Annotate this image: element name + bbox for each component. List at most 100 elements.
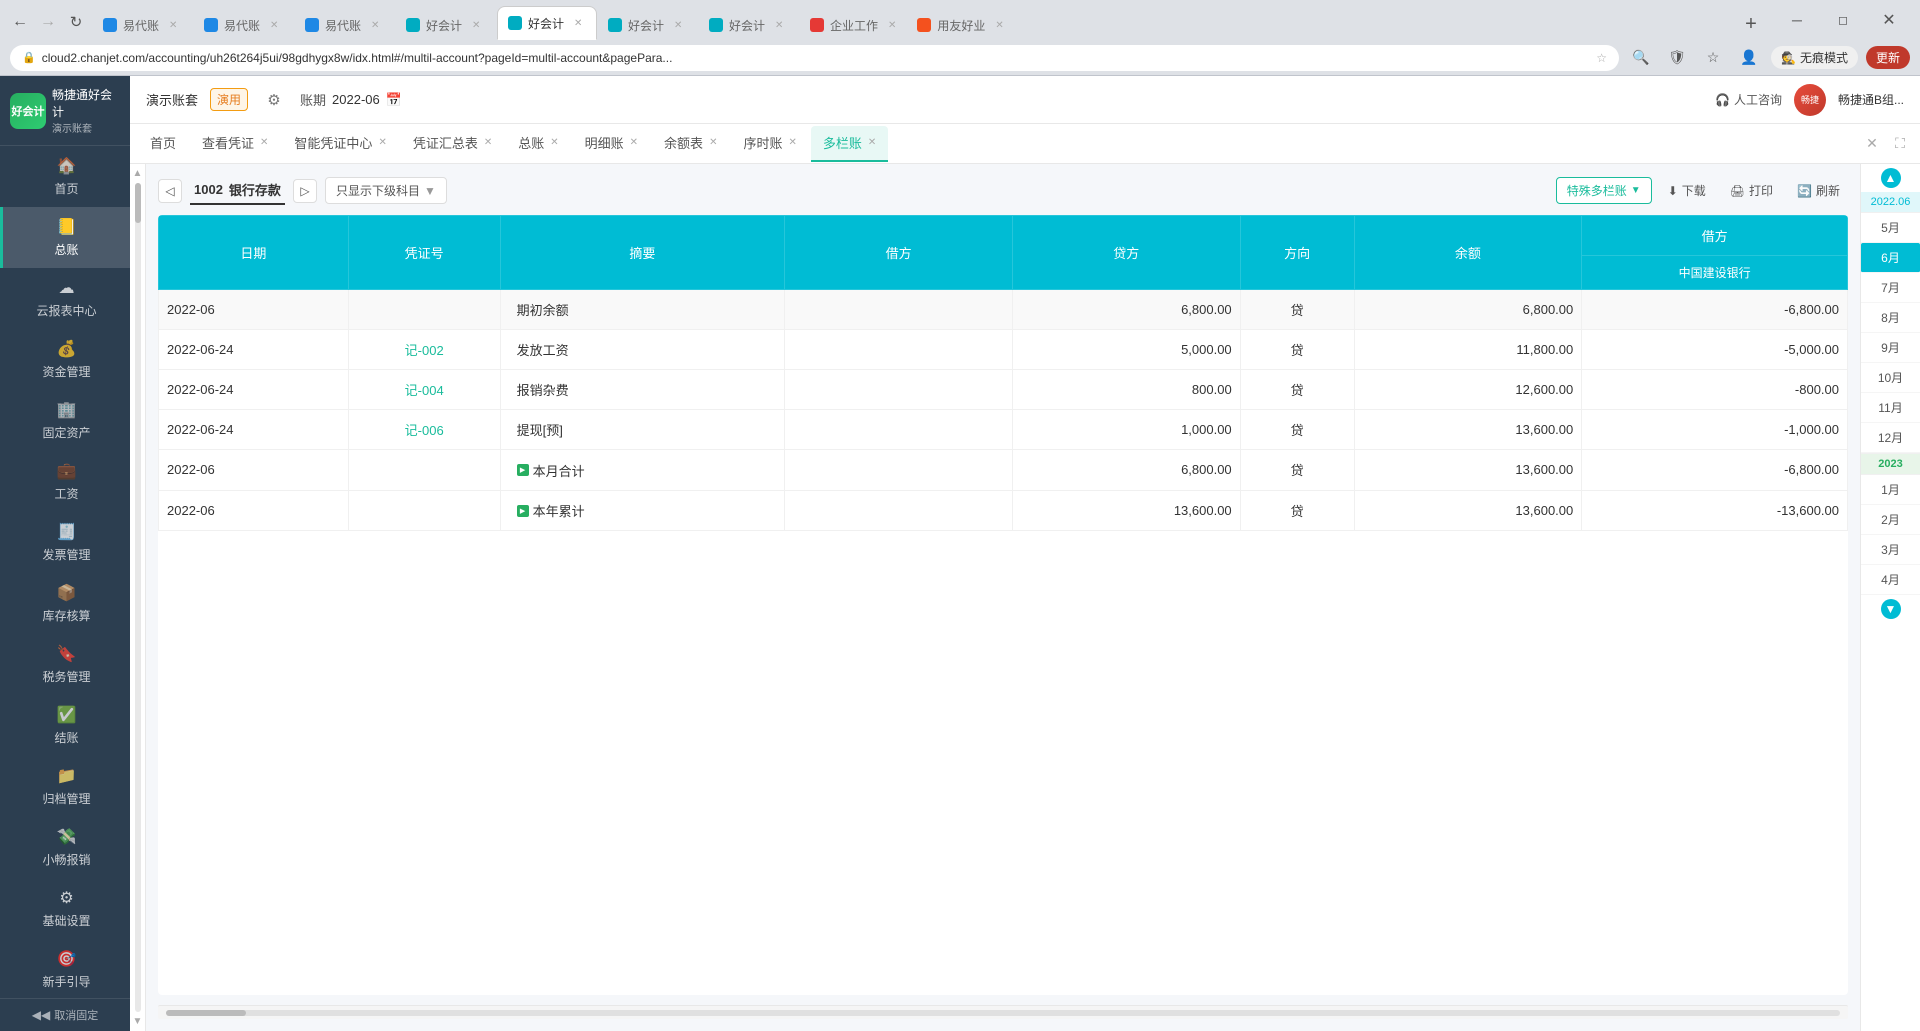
app-tab-close[interactable]: ✕	[260, 137, 268, 148]
h-scroll-thumb[interactable]	[166, 1010, 246, 1016]
user-name[interactable]: 畅捷通B组...	[1838, 91, 1904, 108]
tab-close-6[interactable]: ✕	[674, 20, 682, 31]
scroll-down-arrow[interactable]: ▼	[133, 1016, 143, 1027]
scroll-up-arrow[interactable]: ▲	[133, 168, 143, 179]
date-month-item-9月[interactable]: 9月	[1861, 333, 1920, 363]
tab-close-5[interactable]: ✕	[574, 18, 582, 29]
browser-tab-2[interactable]: 易代账✕	[194, 10, 294, 40]
browser-tab-9[interactable]: 用友好业✕	[907, 10, 1013, 40]
date-month-item-2023-3月[interactable]: 3月	[1861, 535, 1920, 565]
date-month-item-10月[interactable]: 10月	[1861, 363, 1920, 393]
app-tab-序时账[interactable]: 序时账✕	[731, 126, 808, 162]
date-down-arrow[interactable]: ▼	[1881, 599, 1901, 619]
app-tab-多栏账[interactable]: 多栏账✕	[811, 126, 888, 162]
cell-voucher[interactable]: 记-006	[348, 410, 500, 450]
minimize-button[interactable]: ─	[1774, 6, 1820, 34]
cell-voucher[interactable]: 记-002	[348, 330, 500, 370]
tab-close-1[interactable]: ✕	[169, 20, 177, 31]
sidebar-item-总账[interactable]: 📒总账	[0, 207, 130, 268]
add-tab-button[interactable]: +	[1737, 10, 1765, 38]
address-bar[interactable]: 🔒 cloud2.chanjet.com/accounting/uh26t264…	[10, 45, 1619, 71]
prev-account-button[interactable]: ◁	[158, 179, 182, 203]
close-button[interactable]: ✕	[1866, 6, 1912, 34]
tab-close-3[interactable]: ✕	[371, 20, 379, 31]
date-month-item-2023-4月[interactable]: 4月	[1861, 565, 1920, 595]
app-tab-查看凭证[interactable]: 查看凭证✕	[190, 126, 280, 162]
sidebar-item-归档管理[interactable]: 📁归档管理	[0, 756, 130, 817]
wuhen-button[interactable]: 🕵 无痕模式	[1771, 46, 1858, 69]
browser-tab-1[interactable]: 易代账✕	[93, 10, 193, 40]
reload-button[interactable]: ↻	[64, 10, 88, 34]
sidebar-item-小畅报销[interactable]: 💸小畅报销	[0, 817, 130, 878]
settings-icon[interactable]: ⚙	[260, 86, 288, 114]
maximize-button[interactable]: ◻	[1820, 6, 1866, 34]
sidebar-item-固定资产[interactable]: 🏢固定资产	[0, 390, 130, 451]
app-tab-close[interactable]: ✕	[630, 137, 638, 148]
consult-button[interactable]: 🎧 人工咨询	[1715, 91, 1782, 108]
app-tab-close[interactable]: ✕	[484, 137, 492, 148]
expand-icon[interactable]: ⛶	[1888, 132, 1912, 156]
sub-filter[interactable]: 只显示下级科目 ▼	[325, 177, 447, 204]
app-tab-close[interactable]: ✕	[550, 137, 558, 148]
shield-icon[interactable]: 🛡	[1663, 44, 1691, 72]
app-tab-close[interactable]: ✕	[378, 137, 386, 148]
tab-close-9[interactable]: ✕	[995, 20, 1003, 31]
scroll-thumb[interactable]	[135, 183, 141, 223]
app-tab-智能凭证中心[interactable]: 智能凭证中心✕	[282, 126, 398, 162]
sidebar-item-税务管理[interactable]: 🔖税务管理	[0, 634, 130, 695]
download-button[interactable]: ⬇ 下载	[1660, 178, 1714, 203]
app-tab-close[interactable]: ✕	[868, 137, 876, 148]
feature-btn[interactable]: 特殊多栏账 ▼	[1556, 177, 1652, 204]
sidebar-item-基础设置[interactable]: ⚙基础设置	[0, 878, 130, 939]
profile-icon[interactable]: 👤	[1735, 44, 1763, 72]
app-tab-明细账[interactable]: 明细账✕	[573, 126, 650, 162]
app-tab-close[interactable]: ✕	[788, 137, 796, 148]
collapse-icon[interactable]: ✕	[1860, 132, 1884, 156]
sidebar-bottom[interactable]: ◀◀ 取消固定	[0, 998, 130, 1031]
tab-close-7[interactable]: ✕	[775, 20, 783, 31]
user-avatar[interactable]: 畅捷	[1794, 84, 1826, 116]
browser-tab-4[interactable]: 好会计✕	[396, 10, 496, 40]
date-month-item-11月[interactable]: 11月	[1861, 393, 1920, 423]
next-account-button[interactable]: ▷	[293, 179, 317, 203]
date-month-item-6月[interactable]: 6月	[1861, 243, 1920, 273]
browser-tab-3[interactable]: 易代账✕	[295, 10, 395, 40]
tab-close-8[interactable]: ✕	[888, 20, 896, 31]
date-month-item-12月[interactable]: 12月	[1861, 423, 1920, 453]
sidebar-logo[interactable]: 好会计 畅捷通好会计 演示账套	[0, 76, 130, 146]
browser-tab-8[interactable]: 企业工作✕	[800, 10, 906, 40]
tab-close-2[interactable]: ✕	[270, 20, 278, 31]
app-tab-余额表[interactable]: 余额表✕	[652, 126, 729, 162]
date-month-item-8月[interactable]: 8月	[1861, 303, 1920, 333]
sidebar-item-工资[interactable]: 💼工资	[0, 451, 130, 512]
sidebar-item-结账[interactable]: ✅结账	[0, 695, 130, 756]
app-tab-首页[interactable]: 首页	[138, 126, 188, 162]
print-button[interactable]: 🖨 打印	[1722, 178, 1781, 203]
sidebar-item-库存核算[interactable]: 📦库存核算	[0, 573, 130, 634]
calendar-icon[interactable]: 📅	[386, 92, 402, 108]
account-selector[interactable]: 1002 银行存款	[190, 176, 285, 205]
sidebar-item-新手引导[interactable]: 🎯新手引导	[0, 939, 130, 998]
browser-tab-7[interactable]: 好会计✕	[699, 10, 799, 40]
cell-voucher[interactable]: 记-004	[348, 370, 500, 410]
browser-tab-6[interactable]: 好会计✕	[598, 10, 698, 40]
bottom-scrollbar[interactable]	[158, 1005, 1848, 1019]
update-button[interactable]: 更新	[1866, 46, 1910, 69]
tabs-expand-button[interactable]: ✕⛶	[1860, 132, 1912, 156]
back-button[interactable]: ←	[8, 10, 32, 34]
date-month-item-5月[interactable]: 5月	[1861, 213, 1920, 243]
date-month-item-7月[interactable]: 7月	[1861, 273, 1920, 303]
browser-tab-5[interactable]: 好会计✕	[497, 6, 597, 40]
search-icon[interactable]: 🔍	[1627, 44, 1655, 72]
refresh-button[interactable]: 🔄 刷新	[1789, 178, 1848, 203]
date-up-arrow[interactable]: ▲	[1881, 168, 1901, 188]
star-icon[interactable]: ☆	[1699, 44, 1727, 72]
forward-button[interactable]: →	[36, 10, 60, 34]
left-scroll[interactable]: ▲ ▼	[130, 164, 146, 1031]
app-tab-close[interactable]: ✕	[709, 137, 717, 148]
app-tab-总账[interactable]: 总账✕	[506, 126, 570, 162]
sidebar-item-发票管理[interactable]: 🧾发票管理	[0, 512, 130, 573]
tab-close-4[interactable]: ✕	[472, 20, 480, 31]
sidebar-item-资金管理[interactable]: 💰资金管理	[0, 329, 130, 390]
sidebar-item-首页[interactable]: 🏠首页	[0, 146, 130, 207]
